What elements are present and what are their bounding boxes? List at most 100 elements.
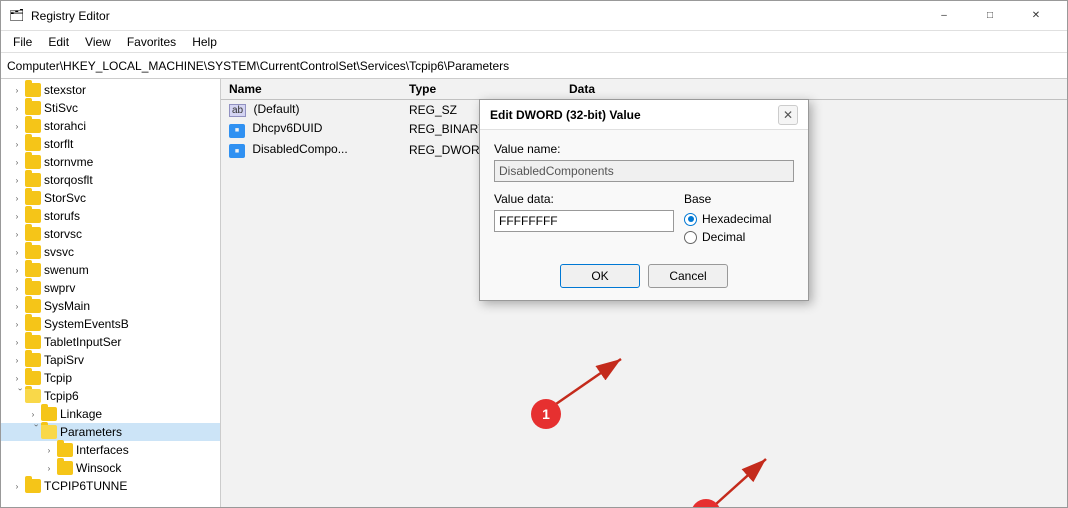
tree-label: stexstor (44, 83, 86, 97)
folder-icon (25, 83, 41, 97)
value-name-input[interactable] (494, 160, 794, 182)
tree-item-storahci[interactable]: › storahci (1, 117, 220, 135)
chevron-icon: › (9, 172, 25, 188)
tree-label: svsvc (44, 245, 74, 259)
folder-icon (25, 209, 41, 223)
chevron-icon: › (9, 154, 25, 170)
folder-icon (57, 443, 73, 457)
chevron-icon: › (9, 262, 25, 278)
folder-icon (25, 281, 41, 295)
menu-file[interactable]: File (5, 33, 40, 51)
tree-item-tabletinput[interactable]: › TabletInputSer (1, 333, 220, 351)
chevron-icon: › (9, 280, 25, 296)
base-section: Base Hexadecimal Decimal (684, 192, 794, 244)
tree-item-tcpip6[interactable]: › Tcpip6 (1, 387, 220, 405)
radio-circle-hex (684, 213, 697, 226)
folder-icon (25, 371, 41, 385)
tree-item-storflt[interactable]: › storflt (1, 135, 220, 153)
menu-view[interactable]: View (77, 33, 119, 51)
folder-icon (25, 119, 41, 133)
dialog-close-button[interactable]: ✕ (778, 105, 798, 125)
value-data-label: Value data: (494, 192, 674, 206)
chevron-icon: › (41, 460, 57, 476)
tree-item-stornvme[interactable]: › stornvme (1, 153, 220, 171)
radio-hex-label: Hexadecimal (702, 212, 771, 226)
title-bar: 🗂 Registry Editor – □ ✕ (1, 1, 1067, 31)
chevron-icon: › (9, 478, 25, 494)
tree-item-sysmain[interactable]: › SysMain (1, 297, 220, 315)
tree-label: Interfaces (76, 443, 129, 457)
folder-icon (25, 299, 41, 313)
tree-item-storqosflt[interactable]: › storqosflt (1, 171, 220, 189)
tree-item-stexstor[interactable]: › stexstor (1, 81, 220, 99)
tree-label: storqosflt (44, 173, 93, 187)
tree-label: Parameters (60, 425, 122, 439)
tree-item-storufs[interactable]: › storufs (1, 207, 220, 225)
chevron-icon: › (9, 82, 25, 98)
dialog-title: Edit DWORD (32-bit) Value (490, 108, 778, 122)
tree-item-linkage[interactable]: › Linkage (1, 405, 220, 423)
app-icon: 🗂 (9, 8, 25, 24)
chevron-icon: › (9, 244, 25, 260)
dialog-title-bar: Edit DWORD (32-bit) Value ✕ (480, 100, 808, 130)
tree-item-storsvc[interactable]: › StorSvc (1, 189, 220, 207)
tree-label: swenum (44, 263, 89, 277)
main-area: › stexstor › StiSvc › storahci › storflt… (1, 79, 1067, 507)
folder-icon (25, 353, 41, 367)
chevron-icon: › (25, 406, 41, 422)
tree-label: Tcpip (44, 371, 72, 385)
chevron-down-icon: › (25, 424, 41, 440)
tree-item-winsock[interactable]: › Winsock (1, 459, 220, 477)
dialog-footer: OK Cancel (480, 256, 808, 300)
tree-label: StiSvc (44, 101, 78, 115)
tree-item-systemevents[interactable]: › SystemEventsB (1, 315, 220, 333)
radio-hexadecimal[interactable]: Hexadecimal (684, 212, 794, 226)
tree-label: storflt (44, 137, 73, 151)
folder-icon (25, 227, 41, 241)
tree-item-swprv[interactable]: › swprv (1, 279, 220, 297)
dialog-body: Value name: Value data: Base (480, 130, 808, 256)
radio-group: Hexadecimal Decimal (684, 212, 794, 244)
registry-editor-window: 🗂 Registry Editor – □ ✕ File Edit View F… (0, 0, 1068, 508)
address-bar: Computer\HKEY_LOCAL_MACHINE\SYSTEM\Curre… (1, 53, 1067, 79)
maximize-button[interactable]: □ (967, 1, 1013, 31)
folder-icon (57, 461, 73, 475)
chevron-icon: › (9, 208, 25, 224)
ok-button[interactable]: OK (560, 264, 640, 288)
tree-item-storvsc[interactable]: › storvsc (1, 225, 220, 243)
radio-decimal[interactable]: Decimal (684, 230, 794, 244)
chevron-icon: › (9, 352, 25, 368)
tree-label: SystemEventsB (44, 317, 129, 331)
folder-icon (25, 245, 41, 259)
tree-item-swenum[interactable]: › swenum (1, 261, 220, 279)
folder-icon (25, 479, 41, 493)
menu-edit[interactable]: Edit (40, 33, 77, 51)
edit-dword-dialog: Edit DWORD (32-bit) Value ✕ Value name: … (479, 99, 809, 301)
tree-label: StorSvc (44, 191, 86, 205)
folder-icon (25, 317, 41, 331)
minimize-button[interactable]: – (921, 1, 967, 31)
chevron-icon: › (9, 100, 25, 116)
folder-icon (25, 389, 41, 403)
window-title: Registry Editor (31, 9, 921, 23)
tree-item-stisvc[interactable]: › StiSvc (1, 99, 220, 117)
chevron-icon: › (9, 316, 25, 332)
menu-help[interactable]: Help (184, 33, 225, 51)
tree-item-parameters[interactable]: › Parameters (1, 423, 220, 441)
menu-favorites[interactable]: Favorites (119, 33, 184, 51)
chevron-icon: › (9, 190, 25, 206)
value-data-input[interactable] (494, 210, 674, 232)
tree-item-tcpip[interactable]: › Tcpip (1, 369, 220, 387)
tree-item-tapisrv[interactable]: › TapiSrv (1, 351, 220, 369)
tree-label: swprv (44, 281, 75, 295)
folder-icon (25, 191, 41, 205)
tree-item-svsvc[interactable]: › svsvc (1, 243, 220, 261)
folder-icon (25, 137, 41, 151)
tree-item-tcpip6tunne[interactable]: › TCPIP6TUNNE (1, 477, 220, 495)
tree-label: SysMain (44, 299, 90, 313)
tree-item-interfaces[interactable]: › Interfaces (1, 441, 220, 459)
tree-pane[interactable]: › stexstor › StiSvc › storahci › storflt… (1, 79, 221, 507)
dialog-row: Value data: Base Hexadecimal (494, 192, 794, 244)
cancel-button[interactable]: Cancel (648, 264, 728, 288)
close-button[interactable]: ✕ (1013, 1, 1059, 31)
